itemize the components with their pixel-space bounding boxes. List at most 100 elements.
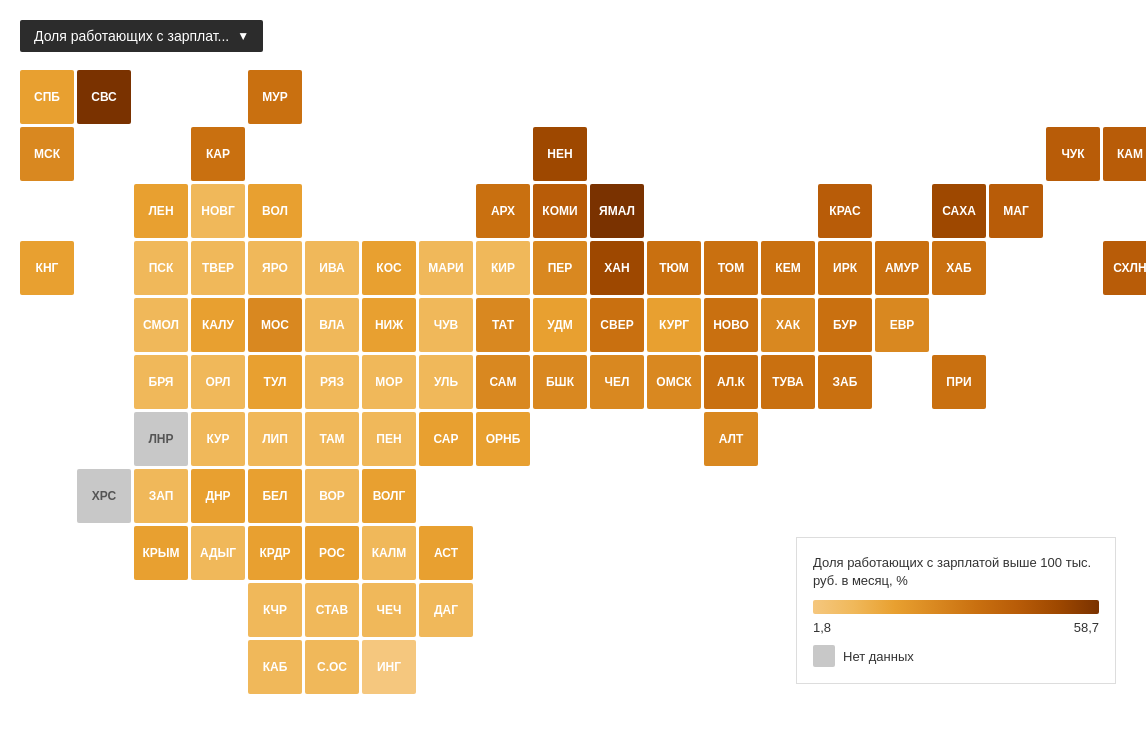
map-cell[interactable]: КИР [476, 241, 530, 295]
map-cell[interactable]: КЧР [248, 583, 302, 637]
map-cell [1103, 298, 1146, 352]
map-cell[interactable]: ЕВР [875, 298, 929, 352]
map-cell[interactable]: ОРНБ [476, 412, 530, 466]
map-cell[interactable]: МСК [20, 127, 74, 181]
map-cell[interactable]: ВЛА [305, 298, 359, 352]
map-cell[interactable]: КУР [191, 412, 245, 466]
map-cell[interactable]: ИРК [818, 241, 872, 295]
map-cell[interactable]: АМУР [875, 241, 929, 295]
map-cell[interactable]: МАРИ [419, 241, 473, 295]
map-cell[interactable]: КЕМ [761, 241, 815, 295]
map-cell[interactable]: ЛИП [248, 412, 302, 466]
map-cell[interactable]: КАБ [248, 640, 302, 694]
map-cell[interactable]: СХЛН [1103, 241, 1146, 295]
map-cell [419, 640, 473, 694]
dropdown-button[interactable]: Доля работающих с зарплат... ▼ [20, 20, 263, 52]
map-cell[interactable]: ЯМАЛ [590, 184, 644, 238]
map-cell[interactable]: БРЯ [134, 355, 188, 409]
map-cell[interactable]: ЛНР [134, 412, 188, 466]
map-cell[interactable]: ВОР [305, 469, 359, 523]
map-cell[interactable]: ИВА [305, 241, 359, 295]
map-cell [20, 583, 74, 637]
map-cell[interactable]: ИНГ [362, 640, 416, 694]
map-cell[interactable]: СВС [77, 70, 131, 124]
map-cell[interactable]: КОМИ [533, 184, 587, 238]
map-cell[interactable]: ХАН [590, 241, 644, 295]
map-cell[interactable]: ЧЕЧ [362, 583, 416, 637]
map-cell[interactable]: ВОЛ [248, 184, 302, 238]
map-cell[interactable]: С.ОС [305, 640, 359, 694]
map-cell[interactable]: ПРИ [932, 355, 986, 409]
map-cell[interactable]: НОВГ [191, 184, 245, 238]
map-cell[interactable]: ТВЕР [191, 241, 245, 295]
map-cell[interactable]: КУРГ [647, 298, 701, 352]
map-cell[interactable]: САР [419, 412, 473, 466]
map-cell [476, 127, 530, 181]
map-cell[interactable]: НОВО [704, 298, 758, 352]
map-cell[interactable]: ЗАП [134, 469, 188, 523]
map-cell[interactable]: САМ [476, 355, 530, 409]
map-cell[interactable]: УЛЬ [419, 355, 473, 409]
map-cell[interactable]: СТАВ [305, 583, 359, 637]
map-cell[interactable]: МОС [248, 298, 302, 352]
map-cell[interactable]: БУР [818, 298, 872, 352]
map-cell[interactable]: ТУВА [761, 355, 815, 409]
map-cell[interactable]: НЕН [533, 127, 587, 181]
map-cell[interactable]: ОМСК [647, 355, 701, 409]
map-cell[interactable]: ЧЕЛ [590, 355, 644, 409]
map-cell[interactable]: КАЛМ [362, 526, 416, 580]
map-cell[interactable]: КАМ [1103, 127, 1146, 181]
map-cell[interactable]: ПЕР [533, 241, 587, 295]
map-cell[interactable]: БЕЛ [248, 469, 302, 523]
map-cell[interactable]: РЯЗ [305, 355, 359, 409]
map-cell[interactable]: ДНР [191, 469, 245, 523]
map-cell [533, 583, 587, 637]
map-cell[interactable]: ТУЛ [248, 355, 302, 409]
map-cell[interactable]: ЯРО [248, 241, 302, 295]
map-cell[interactable]: СПБ [20, 70, 74, 124]
map-cell[interactable]: БШК [533, 355, 587, 409]
map-cell[interactable]: КОС [362, 241, 416, 295]
map-cell[interactable]: ЧУВ [419, 298, 473, 352]
map-cell[interactable]: МАГ [989, 184, 1043, 238]
map-cell[interactable]: КАЛУ [191, 298, 245, 352]
map-cell[interactable]: КАР [191, 127, 245, 181]
map-cell[interactable]: ПСК [134, 241, 188, 295]
map-cell[interactable]: ПЕН [362, 412, 416, 466]
map-cell[interactable]: УДМ [533, 298, 587, 352]
map-cell[interactable]: ВОЛГ [362, 469, 416, 523]
map-cell[interactable]: КРДР [248, 526, 302, 580]
map-cell[interactable]: ТЮМ [647, 241, 701, 295]
map-cell[interactable]: ХАБ [932, 241, 986, 295]
map-cell[interactable]: НИЖ [362, 298, 416, 352]
map-cell[interactable]: АРХ [476, 184, 530, 238]
map-cell[interactable]: ХРС [77, 469, 131, 523]
map-cell[interactable]: КРАС [818, 184, 872, 238]
map-cell[interactable]: СМОЛ [134, 298, 188, 352]
legend-min: 1,8 [813, 620, 831, 635]
map-cell [932, 127, 986, 181]
map-cell[interactable]: ЗАБ [818, 355, 872, 409]
map-cell[interactable]: АЛТ [704, 412, 758, 466]
map-cell[interactable]: РОС [305, 526, 359, 580]
map-cell[interactable]: САХА [932, 184, 986, 238]
map-cell[interactable]: АСТ [419, 526, 473, 580]
map-cell[interactable]: ДАГ [419, 583, 473, 637]
map-cell[interactable]: ХАК [761, 298, 815, 352]
map-cell[interactable]: АЛ.К [704, 355, 758, 409]
map-cell[interactable]: СВЕР [590, 298, 644, 352]
map-cell[interactable]: ТАМ [305, 412, 359, 466]
map-cell [761, 412, 815, 466]
legend-box: Доля работающих с зарплатой выше 100 тыс… [796, 537, 1116, 684]
map-cell[interactable]: МУР [248, 70, 302, 124]
map-cell[interactable]: ТОМ [704, 241, 758, 295]
map-cell[interactable]: ЛЕН [134, 184, 188, 238]
map-cell[interactable]: КРЫМ [134, 526, 188, 580]
map-cell[interactable]: КНГ [20, 241, 74, 295]
map-cell [77, 526, 131, 580]
map-cell[interactable]: АДЫГ [191, 526, 245, 580]
map-cell[interactable]: ОРЛ [191, 355, 245, 409]
map-cell[interactable]: МОР [362, 355, 416, 409]
map-cell[interactable]: ТАТ [476, 298, 530, 352]
map-cell[interactable]: ЧУК [1046, 127, 1100, 181]
